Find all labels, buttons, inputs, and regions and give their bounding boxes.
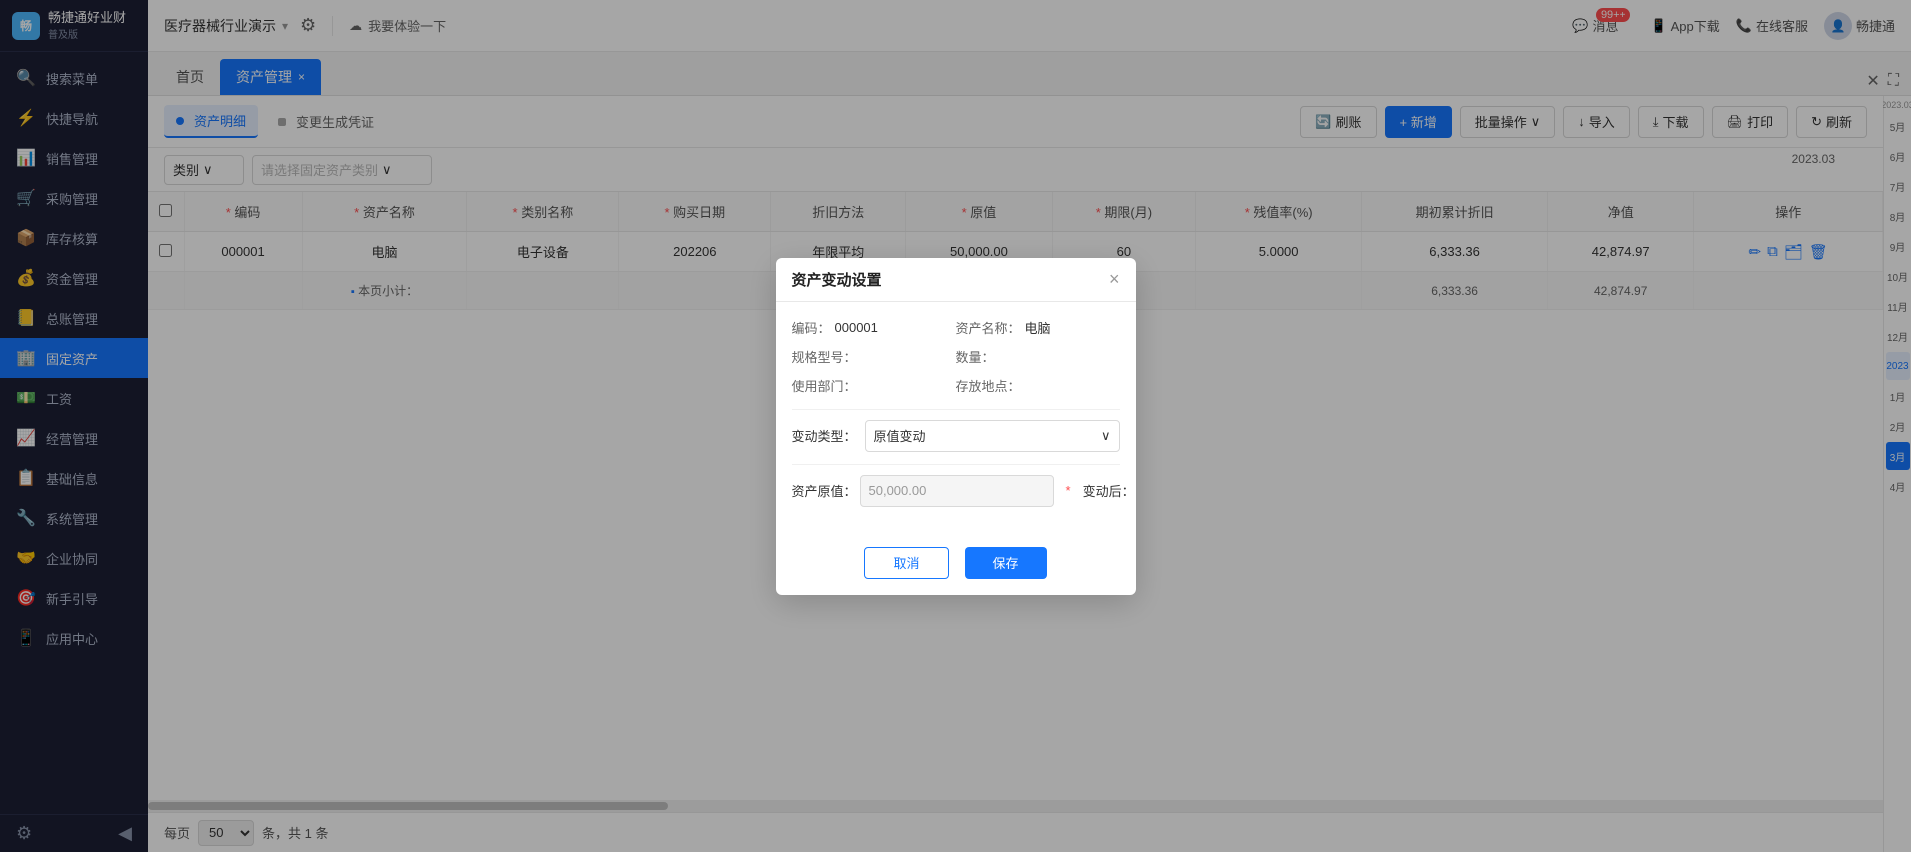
modal-required-mark: *: [1066, 483, 1071, 498]
modal-name-value: 电脑: [1025, 318, 1051, 337]
modal-divider-2: [792, 464, 1120, 465]
modal-name-field: 资产名称： 电脑: [956, 318, 1120, 337]
modal-change-type-value: 原值变动: [874, 426, 926, 445]
modal-original-value-input: [860, 475, 1054, 507]
modal-change-type-label: 变动类型：: [792, 426, 857, 445]
modal-change-type-arrow: ∨: [1101, 428, 1111, 444]
modal-cancel-button[interactable]: 取消: [864, 547, 948, 579]
modal-footer: 取消 保存: [776, 535, 1136, 595]
modal-body: 编码： 000001 资产名称： 电脑 规格型号： 数量： 使用部门：: [776, 302, 1136, 535]
modal-location-field: 存放地点：: [956, 376, 1120, 395]
modal-code-field: 编码： 000001: [792, 318, 956, 337]
modal-divider-1: [792, 409, 1120, 410]
modal-spec-field: 规格型号：: [792, 347, 956, 366]
modal-original-value-row: 资产原值： * 变动后：: [792, 475, 1120, 507]
modal-original-value-label: 资产原值：: [792, 481, 852, 500]
modal-title: 资产变动设置: [792, 269, 882, 290]
modal-close-button[interactable]: ×: [1109, 269, 1120, 290]
modal-change-type-row: 变动类型： 原值变动 ∨: [792, 420, 1120, 452]
modal-save-button[interactable]: 保存: [965, 547, 1047, 579]
asset-change-modal: 资产变动设置 × 编码： 000001 资产名称： 电脑 规格型号： 数量：: [776, 258, 1136, 595]
modal-quantity-field: 数量：: [956, 347, 1120, 366]
modal-info-grid: 编码： 000001 资产名称： 电脑 规格型号： 数量： 使用部门：: [792, 318, 1120, 395]
modal-header: 资产变动设置 ×: [776, 258, 1136, 302]
modal-after-label: 变动后：: [1083, 481, 1136, 500]
modal-code-value: 000001: [835, 320, 878, 335]
modal-overlay: 资产变动设置 × 编码： 000001 资产名称： 电脑 规格型号： 数量：: [0, 0, 1911, 852]
modal-change-type-select[interactable]: 原值变动 ∨: [865, 420, 1120, 452]
modal-dept-field: 使用部门：: [792, 376, 956, 395]
